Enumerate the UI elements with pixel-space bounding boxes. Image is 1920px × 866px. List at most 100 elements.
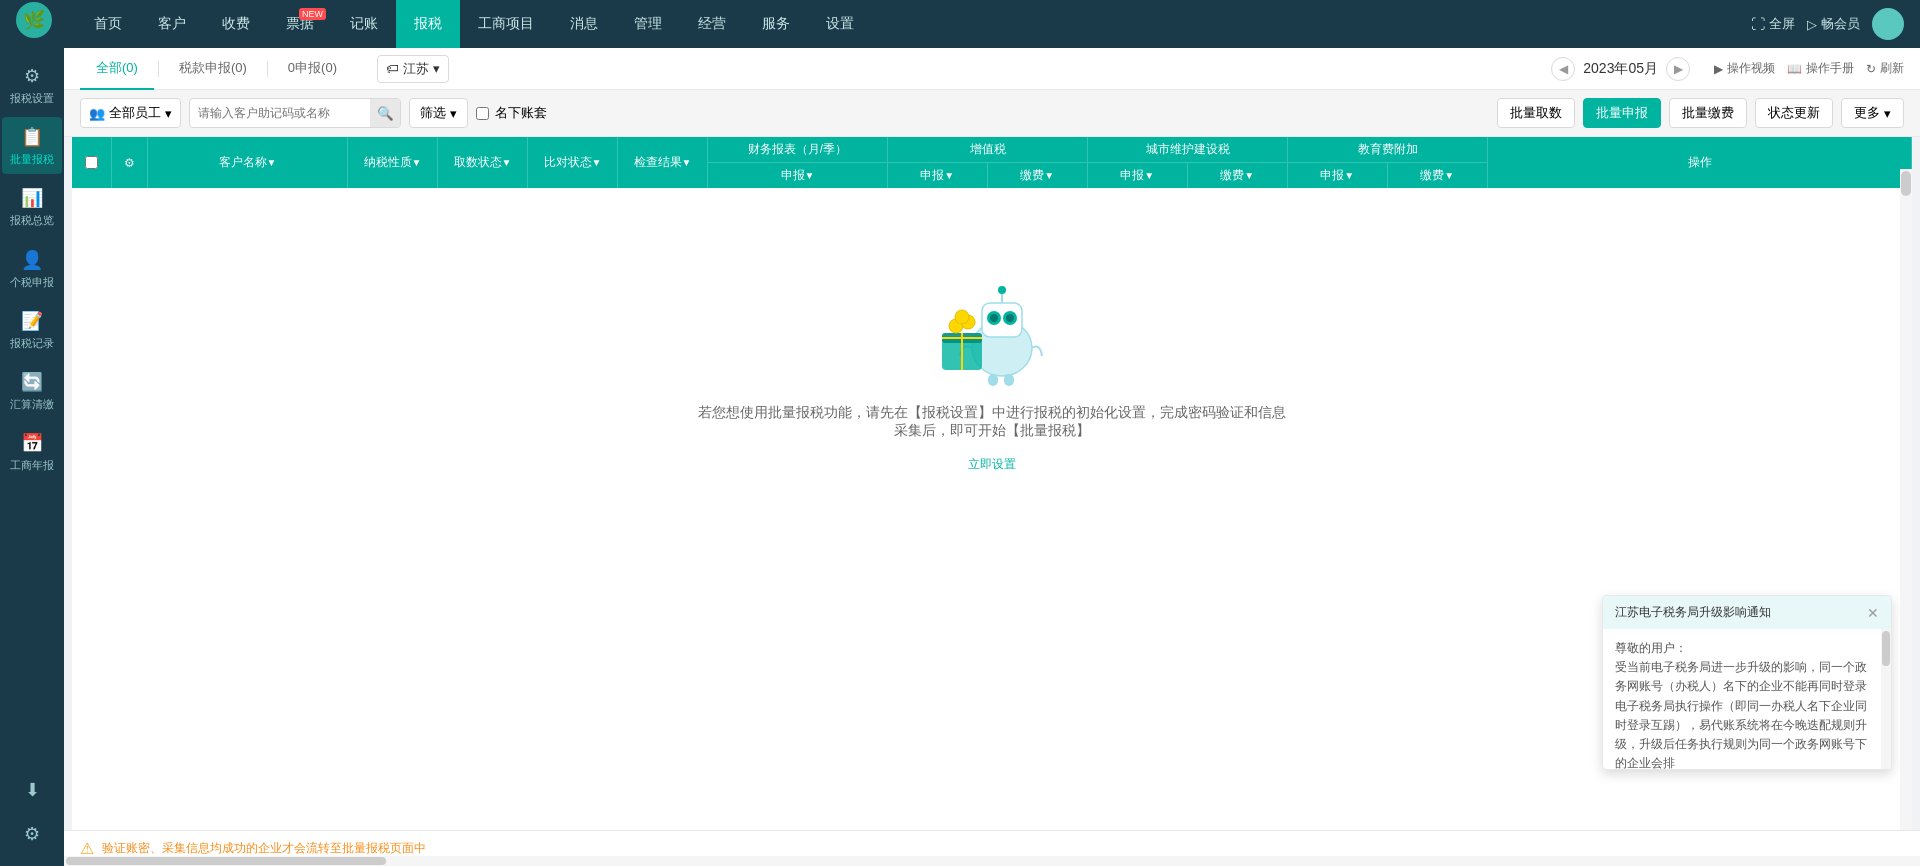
vat-pay-filter[interactable]: ▼ (1044, 170, 1054, 181)
city-tax-subs: 申报▼ 缴费▼ (1088, 163, 1287, 188)
refresh-btn[interactable]: ↻ 刷新 (1866, 60, 1904, 77)
prev-month-btn[interactable]: ◀ (1551, 57, 1575, 81)
th-operations: 操作 (1488, 137, 1912, 188)
select-all-checkbox[interactable] (85, 156, 98, 169)
filter-chevron-icon: ▾ (450, 106, 457, 121)
annual-report-icon: 📅 (20, 431, 44, 455)
search-button[interactable]: 🔍 (370, 98, 400, 128)
th-city-declare: 申报▼ (1088, 163, 1188, 188)
user-avatar[interactable] (1872, 8, 1904, 40)
th-edu-declare: 申报▼ (1288, 163, 1388, 188)
tab-all[interactable]: 全部(0) (80, 48, 154, 90)
nav-invoice[interactable]: 票据 NEW (268, 0, 332, 48)
more-btn[interactable]: 更多 ▾ (1841, 98, 1904, 128)
main-layout: ⚙ 报税设置 📋 批量报税 📊 报税总览 👤 个税申报 📝 报税记录 🔄 汇算清… (0, 48, 1920, 866)
table-header: ⚙ 客户名称 ▼ 纳税性质 ▼ 取数状态 ▼ 比对状态 (72, 137, 1912, 188)
batch-fetch-btn[interactable]: 批量取数 (1497, 98, 1575, 128)
th-financial-declare: 申报▼ (708, 163, 887, 188)
nav-client[interactable]: 客户 (140, 0, 204, 48)
city-pay-filter[interactable]: ▼ (1244, 170, 1254, 181)
th-edu-group: 教育费附加 申报▼ 缴费▼ (1288, 137, 1488, 188)
search-icon: 🔍 (377, 106, 394, 121)
user-settings-icon: ⚙ (20, 822, 44, 846)
setup-link[interactable]: 立即设置 (968, 456, 1016, 473)
sidebar-item-tax-settings[interactable]: ⚙ 报税设置 (2, 56, 62, 113)
member-btn[interactable]: ▷ 畅会员 (1807, 15, 1860, 33)
city-declare-filter[interactable]: ▼ (1144, 170, 1154, 181)
sidebar-item-annual-report[interactable]: 📅 工商年报 (2, 423, 62, 480)
nav-tax[interactable]: 报税 (396, 0, 460, 48)
svg-rect-9 (1004, 374, 1014, 386)
search-input[interactable] (190, 106, 370, 120)
download-icon: ⬇ (20, 778, 44, 802)
th-tax-type: 纳税性质 ▼ (348, 137, 438, 188)
nav-business[interactable]: 工商项目 (460, 0, 552, 48)
tab-zero-declaration[interactable]: 0申报(0) (272, 48, 353, 90)
nav-menu: 首页 客户 收费 票据 NEW 记账 报税 工商项目 消息 管理 经营 服务 设… (76, 0, 1751, 48)
customer-name-filter-icon[interactable]: ▼ (267, 157, 277, 168)
nav-service[interactable]: 服务 (744, 0, 808, 48)
tax-type-filter-icon[interactable]: ▼ (412, 157, 422, 168)
tax-record-icon: 📝 (20, 309, 44, 333)
sidebar-item-batch-tax[interactable]: 📋 批量报税 (2, 117, 62, 174)
notification-popup: 江苏电子税务局升级影响通知 ✕ 尊敬的用户： 受当前电子税务局进一步升级的影响，… (1602, 595, 1892, 770)
sidebar-item-tax-overview[interactable]: 📊 报税总览 (2, 178, 62, 235)
vat-declare-filter[interactable]: ▼ (944, 170, 954, 181)
tax-settings-icon: ⚙ (20, 64, 44, 88)
th-settings[interactable]: ⚙ (112, 137, 148, 188)
h-scroll-thumb (66, 857, 386, 865)
edu-pay-filter[interactable]: ▼ (1444, 170, 1454, 181)
video-tutorial-btn[interactable]: ▶ 操作视频 (1714, 60, 1775, 77)
main-v-scrollbar[interactable] (1900, 169, 1912, 830)
nav-home[interactable]: 首页 (76, 0, 140, 48)
sidebar-item-tax-record[interactable]: 📝 报税记录 (2, 301, 62, 358)
batch-pay-btn[interactable]: 批量缴费 (1669, 98, 1747, 128)
check-result-filter-icon[interactable]: ▼ (682, 157, 692, 168)
nav-management[interactable]: 管理 (616, 0, 680, 48)
sidebar-download[interactable]: ⬇ (2, 770, 62, 810)
nav-operations[interactable]: 经营 (680, 0, 744, 48)
tab-right-actions: ▶ 操作视频 📖 操作手册 ↻ 刷新 (1714, 60, 1904, 77)
notification-close-btn[interactable]: ✕ (1867, 605, 1879, 621)
account-checkbox-label[interactable]: 名下账套 (476, 104, 547, 122)
search-box: 🔍 (189, 98, 401, 128)
next-month-btn[interactable]: ▶ (1666, 57, 1690, 81)
sidebar-item-personal-tax[interactable]: 👤 个税申报 (2, 240, 62, 297)
status-update-btn[interactable]: 状态更新 (1755, 98, 1833, 128)
fetch-status-filter-icon[interactable]: ▼ (502, 157, 512, 168)
nav-bookkeeping[interactable]: 记账 (332, 0, 396, 48)
table-area: ⚙ 客户名称 ▼ 纳税性质 ▼ 取数状态 ▼ 比对状态 (72, 137, 1912, 830)
edu-declare-filter[interactable]: ▼ (1344, 170, 1354, 181)
fullscreen-btn[interactable]: ⛶ 全屏 (1751, 15, 1795, 33)
filter-btn[interactable]: 筛选 ▾ (409, 98, 468, 128)
manual-btn[interactable]: 📖 操作手册 (1787, 60, 1854, 77)
main-content: 全部(0) 税款申报(0) 0申报(0) 🏷 江苏 ▾ ◀ 2023年05月 ▶ (64, 48, 1920, 866)
financial-report-subs: 申报▼ (708, 163, 887, 188)
tab-divider-1 (158, 61, 159, 77)
book-icon: 📖 (1787, 62, 1802, 76)
th-vat-declare: 申报▼ (888, 163, 988, 188)
play-icon: ▷ (1807, 17, 1817, 32)
financial-declare-filter-icon[interactable]: ▼ (805, 170, 815, 181)
sidebar-user-settings[interactable]: ⚙ (2, 814, 62, 854)
nav-message[interactable]: 消息 (552, 0, 616, 48)
nav-billing[interactable]: 收费 (204, 0, 268, 48)
employee-select[interactable]: 👥 全部员工 ▾ (80, 98, 181, 128)
region-selector[interactable]: 🏷 江苏 ▾ (377, 55, 449, 83)
warning-text: 验证账密、采集信息均成功的企业才会流转至批量报税页面中 (102, 840, 426, 857)
notification-scrollbar[interactable] (1881, 629, 1891, 769)
nav-settings[interactable]: 设置 (808, 0, 872, 48)
th-compare-status: 比对状态 ▼ (528, 137, 618, 188)
tab-divider-2 (267, 61, 268, 77)
tab-tax-declaration[interactable]: 税款申报(0) (163, 48, 263, 90)
batch-tax-icon: 📋 (20, 125, 44, 149)
notification-header: 江苏电子税务局升级影响通知 ✕ (1603, 596, 1891, 629)
compare-status-filter-icon[interactable]: ▼ (592, 157, 602, 168)
batch-submit-btn[interactable]: 批量申报 (1583, 98, 1661, 128)
account-checkbox[interactable] (476, 107, 489, 120)
sidebar-item-annual-settlement[interactable]: 🔄 汇算清缴 (2, 362, 62, 419)
region-flag-icon: 🏷 (386, 61, 399, 76)
sidebar-bottom: ⬇ ⚙ (2, 770, 62, 866)
th-financial-report-group: 财务报表（月/季） 申报▼ (708, 137, 888, 188)
h-scrollbar[interactable] (64, 856, 1920, 866)
